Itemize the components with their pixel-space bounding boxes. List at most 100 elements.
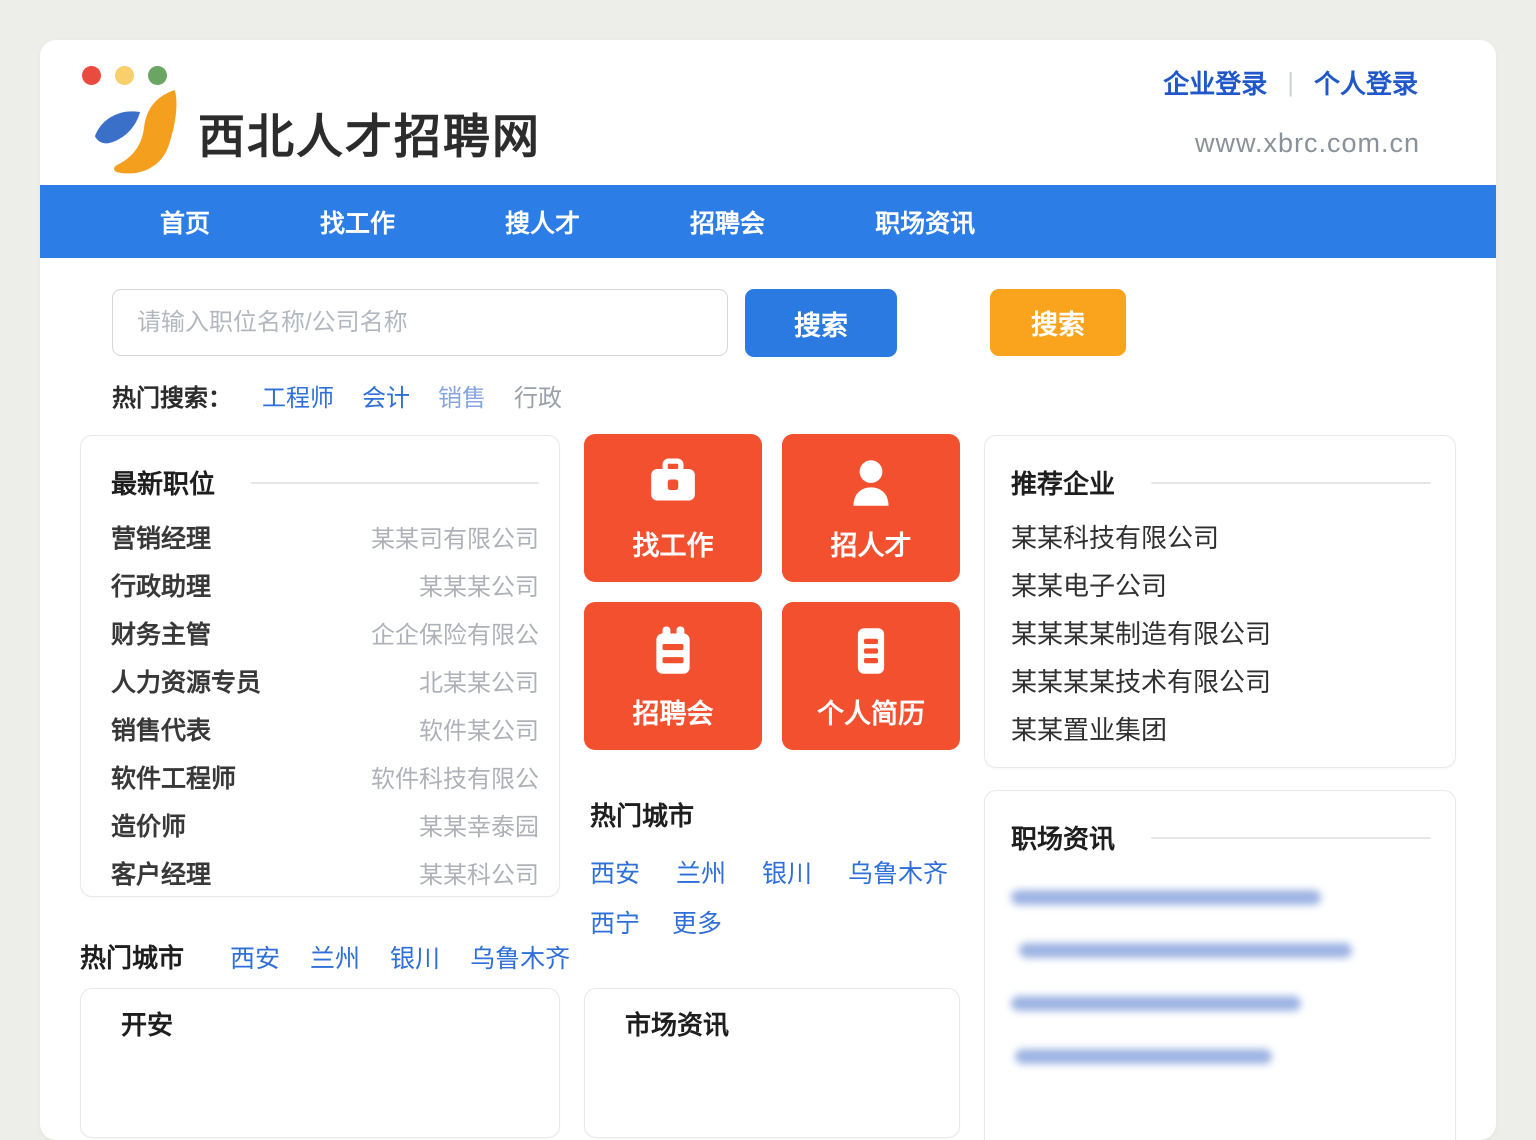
city-link-yinchuan[interactable]: 银川 [762,854,812,890]
page-title: 西北人才招聘网 [198,110,541,163]
job-company: 某某司有限公司 [371,526,539,553]
latest-jobs-title: 最新职位 [111,469,216,499]
bottom-left-panel: 开安 [80,988,560,1138]
browser-window: 西北人才招聘网 企业登录 | 个人登录 www.xbrc.com.cn 首页 找… [40,40,1496,1140]
blurred-news-link[interactable] [1015,1049,1272,1064]
recommended-companies-title: 推荐企业 [1011,469,1116,499]
job-title[interactable]: 营销经理 [111,519,211,555]
city-link-xian[interactable]: 西安 [230,939,280,975]
job-title[interactable]: 软件工程师 [111,759,236,795]
tile-label: 个人简历 [817,699,925,729]
company-list-item[interactable]: 某某电子公司 [1011,561,1431,608]
company-name[interactable]: 某某某某制造有限公司 [1011,614,1271,651]
header-divider-line [1151,836,1431,839]
company-name[interactable]: 某某电子公司 [1011,566,1167,603]
job-list-item[interactable]: 软件工程师 软件科技有限公 [111,753,539,800]
hot-search-link-engineer[interactable]: 工程师 [262,378,334,413]
login-links-divider: | [1287,67,1294,97]
job-list-item[interactable]: 造价师 某某幸泰园 [111,801,539,848]
bottom-left-panel-title: 开安 [121,1010,174,1040]
company-list-item[interactable]: 某某某某技术有限公司 [1011,657,1431,704]
company-name[interactable]: 某某科技有限公司 [1011,518,1219,555]
tile-find-job[interactable]: 找工作 [584,434,762,582]
personal-login-link[interactable]: 个人登录 [1314,64,1418,101]
tile-recruit-talent[interactable]: 招人才 [782,434,960,582]
job-list-item[interactable]: 行政助理 某某某公司 [111,561,539,608]
job-company: 企企保险有限公 [371,622,539,649]
company-list-item[interactable]: 某某置业集团 [1011,705,1431,752]
hot-search-link-admin[interactable]: 行政 [514,378,562,413]
company-name[interactable]: 某某置业集团 [1011,710,1167,747]
nav-item-career-news[interactable]: 职场资讯 [875,204,975,240]
company-list-item[interactable]: 某某某某制造有限公司 [1011,609,1431,656]
blurred-news-link[interactable] [1011,890,1321,905]
hot-search-link-accountant[interactable]: 会计 [362,378,410,413]
site-url: www.xbrc.com.cn [1194,128,1420,158]
job-title[interactable]: 客户经理 [111,855,211,891]
blurred-news-link[interactable] [1019,943,1352,958]
job-list-item[interactable]: 人力资源专员 北某某公司 [111,657,539,704]
nav-item-job-fair[interactable]: 招聘会 [690,204,765,240]
nav-item-find-job[interactable]: 找工作 [320,204,395,240]
company-list-item[interactable]: 某某科技有限公司 [1011,513,1431,560]
search-button-orange[interactable]: 搜索 [990,289,1126,356]
job-company: 北某某公司 [419,670,539,697]
city-link-xining[interactable]: 西宁 [590,904,640,940]
blurred-news-link[interactable] [1011,996,1301,1011]
tile-label: 招人才 [830,531,912,561]
career-news-panel: 职场资讯 [984,790,1456,1140]
nav-item-home[interactable]: 首页 [160,204,210,240]
header-divider-line [1151,481,1431,484]
person-icon [843,454,899,512]
job-title[interactable]: 财务主管 [111,615,211,651]
calendar-icon [645,622,701,680]
tile-personal-resume[interactable]: 个人简历 [782,602,960,750]
search-button-blue[interactable]: 搜索 [745,289,897,357]
job-title[interactable]: 行政助理 [111,567,211,603]
recommended-companies-panel: 推荐企业 某某科技有限公司 某某电子公司 某某某某制造有限公司 某某某某技术有限… [984,435,1456,768]
window-dot-red-icon [82,66,101,85]
job-list-item[interactable]: 销售代表 软件某公司 [111,705,539,752]
tile-job-fair[interactable]: 招聘会 [584,602,762,750]
job-company: 软件某公司 [419,718,539,745]
window-controls [82,66,167,85]
window-dot-yellow-icon [115,66,134,85]
company-name[interactable]: 某某某某技术有限公司 [1011,662,1271,699]
resume-icon [843,622,899,680]
city-link-xian[interactable]: 西安 [590,854,640,890]
job-list-item[interactable]: 客户经理 某某科公司 [111,849,539,896]
nav-item-search-talent[interactable]: 搜人才 [505,204,580,240]
city-link-yinchuan[interactable]: 银川 [390,939,440,975]
job-company: 某某幸泰园 [419,814,539,841]
city-link-lanzhou[interactable]: 兰州 [310,939,360,975]
bottom-right-panel-title: 市场资讯 [625,1010,730,1040]
header-divider-line [251,481,539,484]
career-news-title: 职场资讯 [1011,824,1116,854]
job-company: 某某科公司 [419,862,539,889]
tile-label: 招聘会 [632,699,714,729]
job-list-item[interactable]: 财务主管 企企保险有限公 [111,609,539,656]
main-navbar: 首页 找工作 搜人才 招聘会 职场资讯 [40,185,1496,258]
job-company: 某某某公司 [419,574,539,601]
city-link-urumqi[interactable]: 乌鲁木齐 [848,854,948,890]
latest-jobs-panel: 最新职位 营销经理 某某司有限公司 行政助理 某某某公司 财务主管 企企保险有限… [80,435,560,897]
hot-search-link-sales[interactable]: 销售 [438,378,486,413]
job-title[interactable]: 人力资源专员 [111,663,261,699]
tile-label: 找工作 [632,531,714,561]
job-list-item[interactable]: 营销经理 某某司有限公司 [111,513,539,560]
site-logo-icon [86,88,192,174]
hot-search-label: 热门搜索： [112,385,232,412]
briefcase-icon [645,454,701,512]
city-link-lanzhou[interactable]: 兰州 [676,854,726,890]
enterprise-login-link[interactable]: 企业登录 [1163,64,1267,101]
job-company: 软件科技有限公 [371,766,539,793]
hot-cities-bottom-label: 热门城市 [80,943,185,973]
more-cities-link[interactable]: 更多 [672,904,722,940]
hot-cities-title: 热门城市 [590,801,695,831]
search-input[interactable] [112,289,728,356]
window-dot-green-icon [148,66,167,85]
job-title[interactable]: 销售代表 [111,711,211,747]
job-title[interactable]: 造价师 [111,807,186,843]
bottom-right-panel: 市场资讯 [584,988,960,1138]
city-link-urumqi[interactable]: 乌鲁木齐 [470,939,570,975]
